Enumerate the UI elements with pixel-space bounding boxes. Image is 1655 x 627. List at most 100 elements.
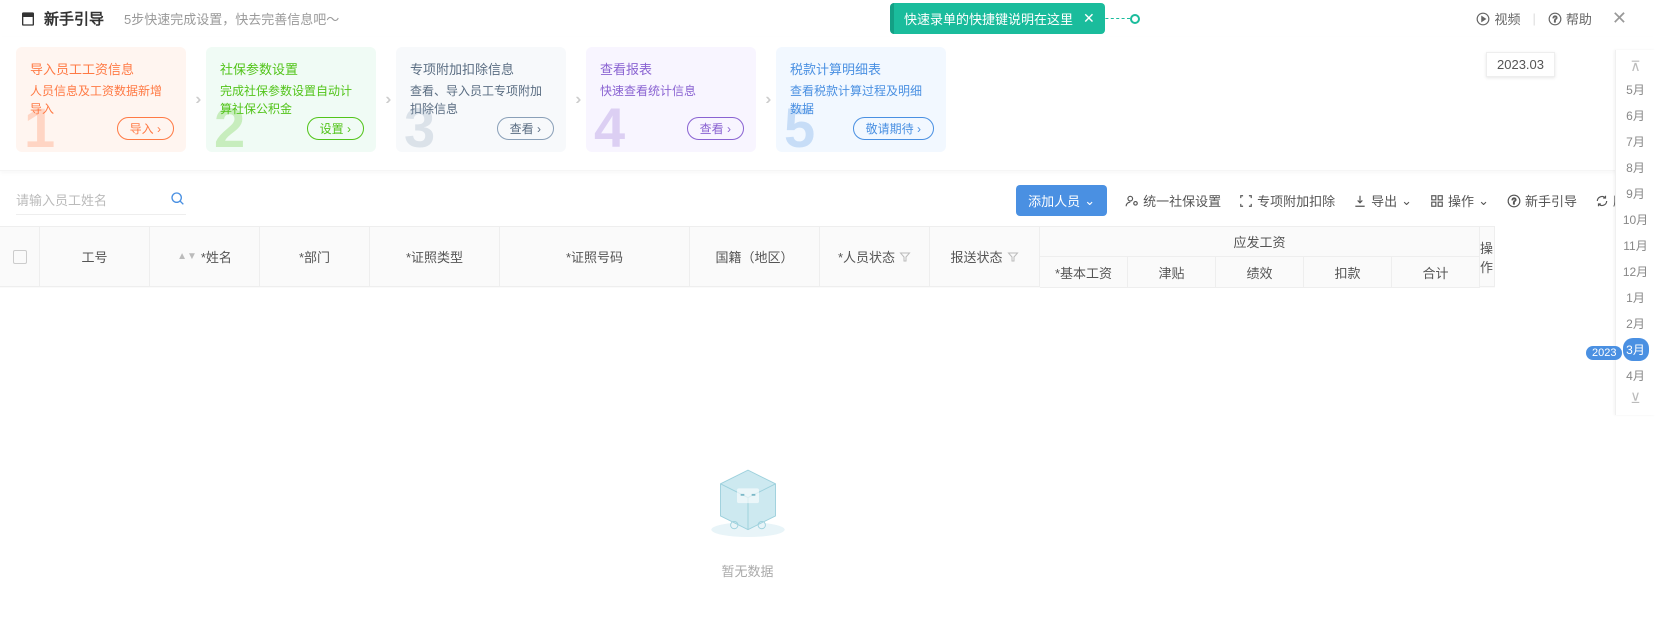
empty-box-icon: [693, 438, 803, 548]
month-8[interactable]: 8月: [1616, 156, 1655, 179]
step-btn-label: 敬请期待: [866, 120, 914, 137]
step-view-button[interactable]: 查看 ›: [497, 117, 554, 140]
th-status-label: *人员状态: [838, 247, 895, 266]
th-allowance[interactable]: 津贴: [1128, 257, 1216, 287]
table-header: 工号 ▲▼*姓名 *部门 *证照类型 *证照号码 国籍（地区） *人员状态 报送…: [0, 227, 1495, 288]
chevron-right-icon: ›: [914, 122, 921, 136]
select-all-checkbox[interactable]: [13, 250, 27, 264]
toast-close-icon[interactable]: ✕: [1083, 10, 1095, 27]
play-icon: [1476, 12, 1490, 26]
th-deduct[interactable]: 扣款: [1304, 257, 1392, 287]
operate-label: 操作: [1448, 191, 1474, 210]
guide-label: 新手引导: [1525, 191, 1577, 210]
month-3-active[interactable]: 3月: [1623, 338, 1649, 361]
header-left: 新手引导 5步快速完成设置，快去完善信息吧～: [20, 8, 339, 29]
month-9[interactable]: 9月: [1616, 182, 1655, 205]
help-label: 帮助: [1566, 9, 1592, 28]
svg-text:?: ?: [1512, 196, 1517, 205]
month-4[interactable]: 4月: [1616, 364, 1655, 387]
th-total[interactable]: 合计: [1392, 257, 1479, 287]
month-12[interactable]: 12月: [1616, 260, 1655, 283]
special-deduction-button[interactable]: 专项附加扣除: [1239, 191, 1335, 210]
month-1[interactable]: 1月: [1616, 286, 1655, 309]
th-name[interactable]: ▲▼*姓名: [150, 227, 260, 287]
scroll-up-icon[interactable]: ⊼: [1630, 58, 1640, 75]
add-person-button[interactable]: 添加人员 ⌄: [1016, 185, 1107, 216]
month-2[interactable]: 2月: [1616, 312, 1655, 335]
th-base[interactable]: *基本工资: [1040, 257, 1128, 287]
operate-button[interactable]: 操作 ⌄: [1430, 191, 1489, 210]
search-input[interactable]: [16, 187, 186, 215]
toast-dot: [1130, 14, 1140, 24]
year-tag: 2023.03: [1486, 52, 1555, 77]
book-icon: [20, 11, 36, 27]
th-salary-group: 应发工资 *基本工资 津贴 绩效 扣款 合计: [1040, 227, 1480, 288]
video-link[interactable]: 视频: [1476, 9, 1520, 28]
th-checkbox: [0, 227, 40, 287]
th-dept[interactable]: *部门: [260, 227, 370, 287]
th-action: 操作: [1480, 227, 1495, 287]
step-card-5: 税款计算明细表 查看税款计算过程及明细数据 5 敬请期待 ›: [776, 47, 946, 152]
filter-icon: [1007, 251, 1019, 263]
step-btn-label: 查看: [510, 120, 534, 137]
step-title: 税款计算明细表: [790, 59, 932, 78]
th-perf[interactable]: 绩效: [1216, 257, 1304, 287]
toast-connector: [1100, 18, 1130, 19]
year-badge: 2023: [1586, 346, 1622, 360]
chevron-down-icon: ⌄: [1401, 193, 1412, 209]
step-btn-label: 设置: [320, 120, 344, 137]
search-icon[interactable]: [170, 191, 186, 207]
empty-state: 暂无数据: [0, 288, 1495, 580]
th-status[interactable]: *人员状态: [820, 227, 930, 287]
refresh-icon: [1595, 194, 1609, 208]
th-nation[interactable]: 国籍（地区）: [690, 227, 820, 287]
step-card-1: 导入员工工资信息 人员信息及工资数据新增导入 1 导入 ›: [16, 47, 186, 152]
onboarding-steps: 导入员工工资信息 人员信息及工资数据新增导入 1 导入 › ›› 社保参数设置 …: [0, 37, 1655, 171]
step-import-button[interactable]: 导入 ›: [117, 117, 174, 140]
month-11[interactable]: 11月: [1616, 234, 1655, 257]
employee-table: 工号 ▲▼*姓名 *部门 *证照类型 *证照号码 国籍（地区） *人员状态 报送…: [0, 226, 1495, 580]
step-arrow-icon: ››: [192, 91, 200, 109]
export-button[interactable]: 导出 ⌄: [1353, 191, 1412, 210]
month-5[interactable]: 5月: [1616, 78, 1655, 101]
step-title: 社保参数设置: [220, 59, 362, 78]
step-btn-label: 查看: [700, 120, 724, 137]
scroll-down-icon[interactable]: ⊻: [1630, 390, 1640, 407]
th-report[interactable]: 报送状态: [930, 227, 1040, 287]
social-settings-button[interactable]: 统一社保设置: [1125, 191, 1221, 210]
help-link[interactable]: ? 帮助: [1548, 9, 1592, 28]
month-10[interactable]: 10月: [1616, 208, 1655, 231]
table-toolbar: 添加人员 ⌄ 统一社保设置 专项附加扣除 导出 ⌄ 操作 ⌄ ? 新手引导 刷新: [0, 171, 1655, 226]
grid-icon: [1430, 194, 1444, 208]
th-idno[interactable]: *证照号码: [500, 227, 690, 287]
header-bar: 新手引导 5步快速完成设置，快去完善信息吧～ 快速录单的快捷键说明在这里 ✕ 视…: [0, 0, 1655, 37]
special-label: 专项附加扣除: [1257, 191, 1335, 210]
step-number: 1: [24, 100, 55, 156]
video-label: 视频: [1494, 9, 1520, 28]
shortcut-toast: 快速录单的快捷键说明在这里 ✕: [890, 3, 1105, 34]
chevron-right-icon: ›: [724, 122, 731, 136]
divider: |: [1533, 11, 1536, 26]
th-id[interactable]: 工号: [40, 227, 150, 287]
month-timeline: ⊼ 5月 6月 7月 8月 9月 10月 11月 12月 1月 2月 3月 4月…: [1615, 50, 1655, 415]
guide-button[interactable]: ? 新手引导: [1507, 191, 1577, 210]
month-6[interactable]: 6月: [1616, 104, 1655, 127]
filter-icon: [899, 251, 911, 263]
chevron-down-icon: ⌄: [1084, 193, 1095, 209]
month-7[interactable]: 7月: [1616, 130, 1655, 153]
chevron-right-icon: ›: [534, 122, 541, 136]
social-label: 统一社保设置: [1143, 191, 1221, 210]
sort-icon: ▲▼: [177, 254, 197, 260]
close-icon[interactable]: ✕: [1604, 8, 1635, 29]
step-title: 专项附加扣除信息: [410, 59, 552, 78]
svg-text:?: ?: [1553, 14, 1558, 23]
toolbar-actions: 添加人员 ⌄ 统一社保设置 专项附加扣除 导出 ⌄ 操作 ⌄ ? 新手引导 刷新: [1016, 185, 1639, 216]
step-settings-button[interactable]: 设置 ›: [307, 117, 364, 140]
th-idtype[interactable]: *证照类型: [370, 227, 500, 287]
toast-text: 快速录单的快捷键说明在这里: [904, 9, 1073, 28]
scan-icon: [1239, 194, 1253, 208]
step-report-button[interactable]: 查看 ›: [687, 117, 744, 140]
step-number: 2: [214, 100, 245, 156]
step-tax-button[interactable]: 敬请期待 ›: [853, 117, 934, 140]
help-icon: ?: [1548, 12, 1562, 26]
